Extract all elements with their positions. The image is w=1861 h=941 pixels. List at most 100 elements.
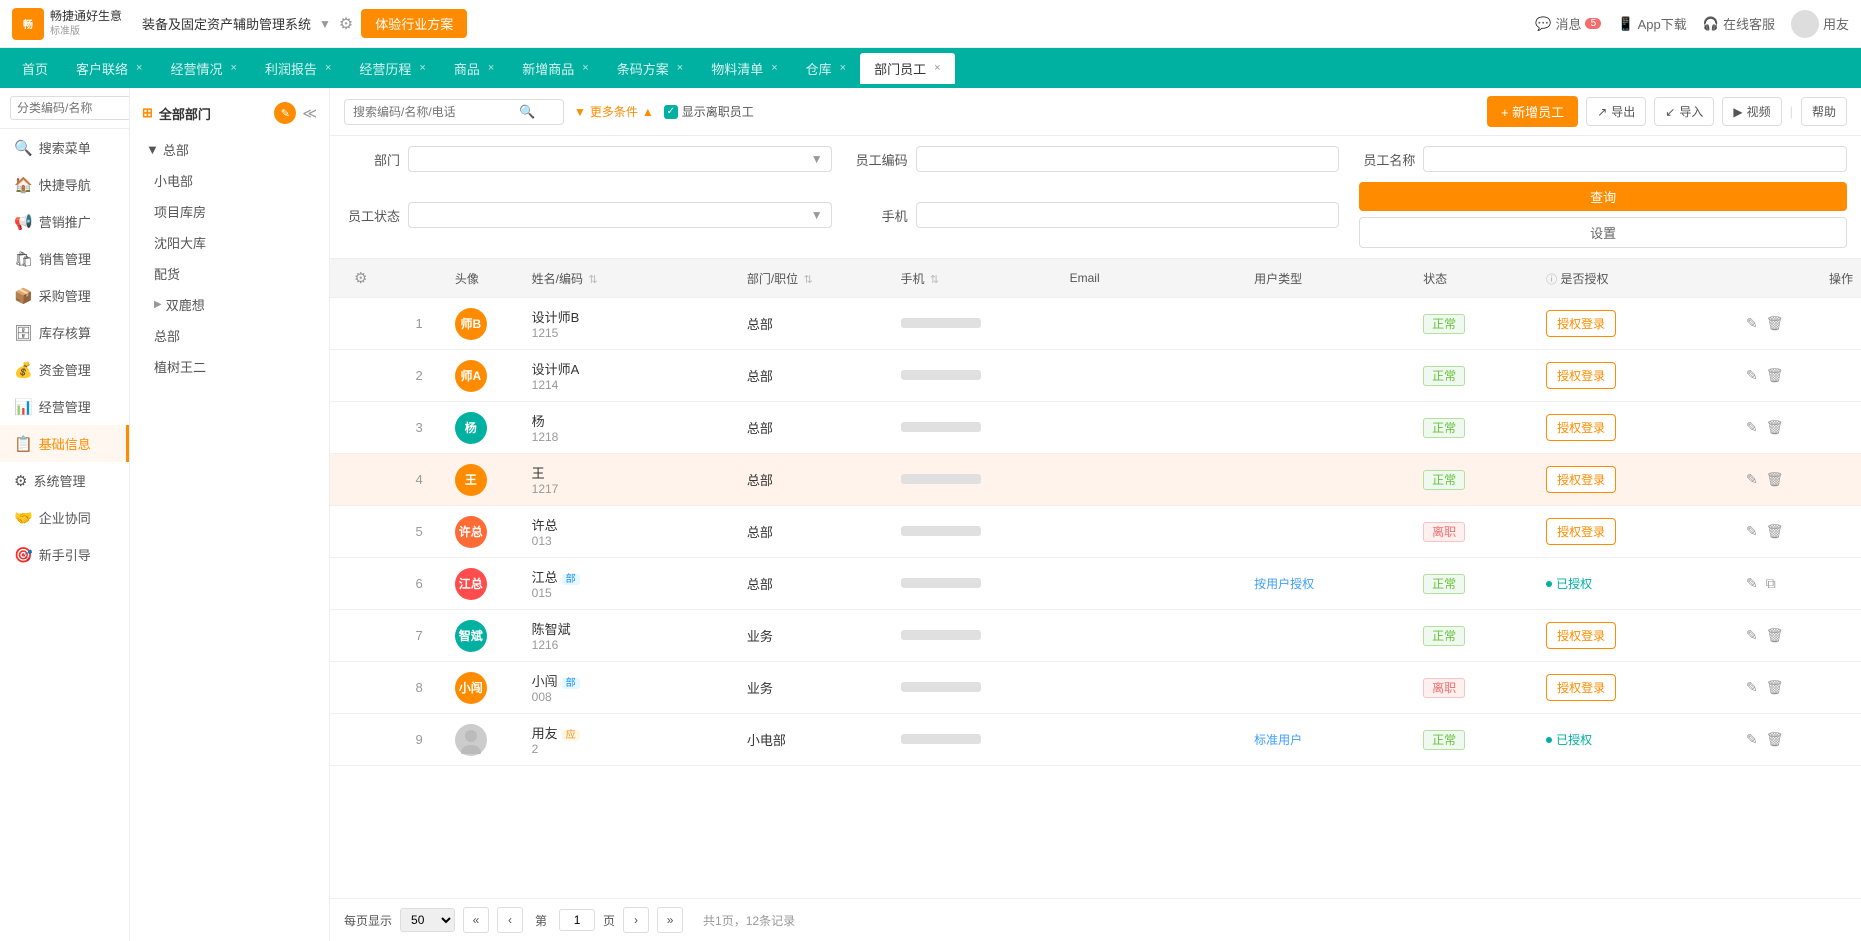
video-btn[interactable]: ▶ 视频 (1722, 97, 1781, 126)
auth-login-btn[interactable]: 授权登录 (1546, 466, 1616, 493)
dept-item-shenyang[interactable]: 沈阳大库 (130, 227, 329, 258)
prev-page-btn[interactable]: ‹ (497, 907, 523, 933)
delete-btn[interactable]: 🗑 (1766, 679, 1784, 696)
copy-btn[interactable]: ⧉ (1766, 575, 1776, 592)
close-icon-employees[interactable]: × (934, 62, 940, 74)
tab-operation[interactable]: 经营情况 × (156, 53, 250, 84)
tab-warehouse[interactable]: 仓库 × (792, 53, 860, 84)
tab-add-goods[interactable]: 新增商品 × (508, 53, 602, 84)
edit-btn[interactable]: ✎ (1746, 367, 1758, 384)
help-btn[interactable]: 帮助 (1801, 97, 1847, 126)
sort-name-icon[interactable]: ⇅ (588, 274, 597, 286)
close-icon-journey[interactable]: × (419, 62, 425, 74)
sidebar-item-purchase[interactable]: 📦 采购管理 (0, 277, 129, 314)
dept-item-peihuo[interactable]: 配货 (130, 258, 329, 289)
sidebar-item-inventory[interactable]: 🗄 库存核算 (0, 314, 129, 351)
edit-btn[interactable]: ✎ (1746, 471, 1758, 488)
trial-button[interactable]: 体验行业方案 (361, 9, 467, 38)
add-employee-btn[interactable]: + 新增员工 (1487, 96, 1578, 127)
tab-profit[interactable]: 利润报告 × (251, 53, 345, 84)
delete-btn[interactable]: 🗑 (1766, 523, 1784, 540)
tab-bom[interactable]: 物料清单 × (697, 53, 791, 84)
close-icon-bom[interactable]: × (771, 62, 777, 74)
sidebar-item-system[interactable]: ⚙ 系统管理 (0, 462, 129, 499)
dept-item-zongbu-parent[interactable]: ▼ 总部 (130, 134, 329, 165)
auth-login-btn[interactable]: 授权登录 (1546, 622, 1616, 649)
collapse-btn[interactable]: ≪ (302, 105, 317, 122)
edit-btn[interactable]: ✎ (1746, 627, 1758, 644)
delete-btn[interactable]: 🗑 (1766, 731, 1784, 748)
sort-dept-icon[interactable]: ⇅ (804, 274, 813, 286)
auth-login-btn[interactable]: 授权登录 (1546, 310, 1616, 337)
edit-btn[interactable]: ✎ (1746, 523, 1758, 540)
empstatus-select[interactable]: ▼ (408, 202, 832, 228)
edit-btn[interactable]: ✎ (1746, 575, 1758, 592)
sidebar-item-sales[interactable]: 🛍 销售管理 (0, 240, 129, 277)
export-btn[interactable]: ↗ 导出 (1586, 97, 1646, 126)
sidebar-item-basic[interactable]: 📋 基础信息 (0, 425, 129, 462)
edit-btn[interactable]: ✎ (1746, 731, 1758, 748)
dept-item-shuanglu[interactable]: ▶ 双鹿想 (130, 289, 329, 320)
search-icon[interactable]: 🔍 (519, 104, 535, 120)
tab-barcode[interactable]: 条码方案 × (603, 53, 697, 84)
search-input[interactable] (353, 105, 513, 119)
first-page-btn[interactable]: « (463, 907, 489, 933)
close-icon-goods[interactable]: × (488, 62, 494, 74)
dept-all-btn[interactable]: ⊞ 全部部门 (142, 104, 211, 123)
dept-edit-icon[interactable]: ✎ (274, 102, 296, 124)
edit-btn[interactable]: ✎ (1746, 315, 1758, 332)
auth-login-btn[interactable]: 授权登录 (1546, 414, 1616, 441)
message-btn[interactable]: 💬 消息 5 (1535, 14, 1601, 33)
page-input[interactable] (559, 909, 595, 931)
col-settings[interactable]: ⚙ (330, 259, 391, 298)
dept-item-project[interactable]: 项目库房 (130, 196, 329, 227)
auth-login-btn[interactable]: 授权登录 (1546, 518, 1616, 545)
auth-login-btn[interactable]: 授权登录 (1546, 362, 1616, 389)
edit-btn[interactable]: ✎ (1746, 419, 1758, 436)
dept-item-zhishu[interactable]: 植树王二 (130, 351, 329, 382)
sidebar-item-operation[interactable]: 📊 经营管理 (0, 388, 129, 425)
more-filter-btn[interactable]: ▼ 更多条件 ▲ (574, 103, 654, 120)
sidebar-item-marketing[interactable]: 📢 营销推广 (0, 203, 129, 240)
dept-item-xiaodian[interactable]: 小电部 (130, 165, 329, 196)
tab-home[interactable]: 首页 (8, 53, 62, 84)
sidebar-item-guide[interactable]: 🎯 新手引导 (0, 536, 129, 573)
settings-col-icon[interactable]: ⚙ (354, 270, 367, 287)
dropdown-arrow[interactable]: ▼ (319, 17, 331, 31)
close-icon-barcode[interactable]: × (677, 62, 683, 74)
settings-icon[interactable]: ⚙ (339, 14, 353, 34)
dept-select[interactable]: ▼ (408, 146, 832, 172)
empname-input[interactable] (1423, 146, 1847, 172)
page-size-select[interactable]: 50 100 200 (400, 908, 455, 932)
close-icon-profit[interactable]: × (325, 62, 331, 74)
query-btn[interactable]: 查询 (1359, 182, 1847, 211)
dept-item-zongbu-child[interactable]: 总部 (130, 320, 329, 351)
last-page-btn[interactable]: » (657, 907, 683, 933)
edit-btn[interactable]: ✎ (1746, 679, 1758, 696)
tab-customers[interactable]: 客户联络 × (62, 53, 156, 84)
close-icon-customers[interactable]: × (136, 62, 142, 74)
tab-employees[interactable]: 部门员工 × (860, 53, 954, 84)
online-service-btn[interactable]: 🎧 在线客服 (1703, 14, 1775, 33)
user-area[interactable]: 用友 (1791, 10, 1849, 38)
app-download-btn[interactable]: 📱 App下载 (1617, 14, 1686, 33)
show-departed-toggle[interactable]: ✓ 显示离职员工 (664, 103, 754, 120)
close-icon-warehouse[interactable]: × (840, 62, 846, 74)
delete-btn[interactable]: 🗑 (1766, 315, 1784, 332)
close-icon-operation[interactable]: × (230, 62, 236, 74)
tab-goods[interactable]: 商品 × (440, 53, 508, 84)
sort-phone-icon[interactable]: ⇅ (930, 274, 939, 286)
sidebar-item-collab[interactable]: 🤝 企业协同 (0, 499, 129, 536)
sidebar-search-input[interactable] (10, 96, 130, 120)
close-icon-add-goods[interactable]: × (582, 62, 588, 74)
delete-btn[interactable]: 🗑 (1766, 419, 1784, 436)
sidebar-item-quicknav[interactable]: 🏠 快捷导航 (0, 166, 129, 203)
set-btn[interactable]: 设置 (1359, 217, 1847, 248)
sidebar-item-search[interactable]: 🔍 搜索菜单 (0, 129, 129, 166)
sidebar-item-finance[interactable]: 💰 资金管理 (0, 351, 129, 388)
next-page-btn[interactable]: › (623, 907, 649, 933)
tab-journey[interactable]: 经营历程 × (345, 53, 439, 84)
auth-login-btn[interactable]: 授权登录 (1546, 674, 1616, 701)
import-btn[interactable]: ↙ 导入 (1654, 97, 1714, 126)
phone-input[interactable] (916, 202, 1340, 228)
